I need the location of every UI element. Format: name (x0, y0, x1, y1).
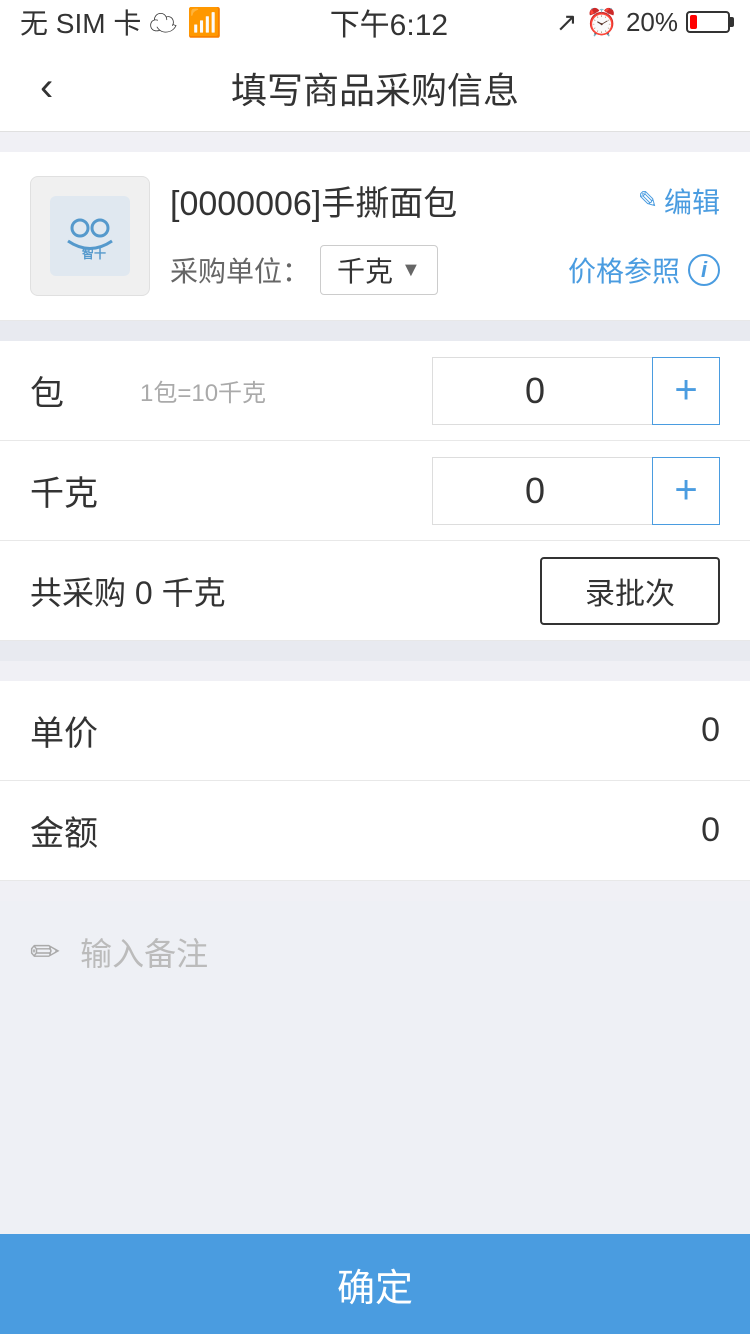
battery-icon (686, 11, 730, 33)
unit-price-label: 单价 (30, 706, 98, 755)
location-icon: ↗ (556, 7, 578, 38)
unit-row: 采购单位： 千克 ▼ 价格参照 i (170, 245, 720, 295)
status-right: ↗ ⏰ 20% (556, 7, 730, 38)
amount-label: 金额 (30, 806, 98, 855)
total-row: 共采购 0 千克 录批次 (0, 541, 750, 641)
section-divider-2 (0, 641, 750, 661)
alarm-icon: ⏰ (586, 7, 618, 38)
product-image: 智十 (30, 176, 150, 296)
status-left: 无 SIM 卡 ☁ 📶 (20, 2, 222, 42)
product-name: [0000006]手撕面包 (170, 176, 457, 225)
status-bar: 无 SIM 卡 ☁ 📶 下午6:12 ↗ ⏰ 20% (0, 0, 750, 44)
edit-icon: ✎ (638, 186, 658, 215)
section-divider-1 (0, 321, 750, 341)
kg-quantity-input[interactable] (432, 457, 652, 525)
price-section: 单价 0 金额 0 (0, 681, 750, 881)
unit-select[interactable]: 千克 ▼ (320, 245, 438, 295)
total-text: 共采购 0 千克 (30, 568, 226, 614)
logo-svg: 智十 (60, 206, 120, 266)
total-amount: 0 (135, 575, 153, 611)
edit-button[interactable]: ✎ 编辑 (638, 181, 720, 221)
nav-bar: ‹ 填写商品采购信息 (0, 44, 750, 132)
bag-input-group: + (432, 357, 720, 425)
confirm-button[interactable]: 确定 (0, 1234, 750, 1334)
kg-plus-button[interactable]: + (652, 457, 720, 525)
amount-row: 金额 0 (0, 781, 750, 881)
sim-status: 无 SIM 卡 ☁ (20, 2, 177, 42)
edit-label: 编辑 (664, 181, 720, 221)
bag-input-row: 包 1包=10千克 + (0, 341, 750, 441)
bag-label: 包 (30, 366, 130, 415)
product-logo: 智十 (50, 196, 130, 276)
product-info: [0000006]手撕面包 ✎ 编辑 采购单位： 千克 ▼ 价格参照 i (170, 176, 720, 295)
unit-label: 采购单位： (170, 250, 310, 290)
input-section: 包 1包=10千克 + 千克 + (0, 341, 750, 541)
price-ref-icon: i (688, 254, 720, 286)
battery-percent: 20% (626, 7, 678, 38)
bag-sublabel: 1包=10千克 (140, 373, 432, 408)
page-title: 填写商品采购信息 (231, 62, 519, 114)
amount-value: 0 (701, 811, 720, 850)
notes-section[interactable]: ✏ 输入备注 (0, 901, 750, 1003)
bag-quantity-input[interactable] (432, 357, 652, 425)
kg-input-row: 千克 + (0, 441, 750, 541)
unit-price-row: 单价 0 (0, 681, 750, 781)
unit-value: 千克 (337, 250, 393, 290)
record-batch-button[interactable]: 录批次 (540, 557, 720, 625)
wifi-icon: 📶 (187, 6, 222, 39)
product-name-row: [0000006]手撕面包 ✎ 编辑 (170, 176, 720, 225)
unit-price-value: 0 (701, 711, 720, 750)
price-reference-button[interactable]: 价格参照 i (568, 250, 720, 290)
price-ref-label: 价格参照 (568, 250, 680, 290)
unit-selector-group: 采购单位： 千克 ▼ (170, 245, 438, 295)
notes-placeholder: 输入备注 (80, 929, 208, 975)
svg-text:智十: 智十 (81, 246, 106, 261)
back-button[interactable]: ‹ (30, 55, 63, 120)
product-card: 智十 [0000006]手撕面包 ✎ 编辑 采购单位： 千克 ▼ 价格参照 (0, 152, 750, 321)
bag-plus-button[interactable]: + (652, 357, 720, 425)
kg-label: 千克 (30, 466, 130, 515)
pencil-icon: ✏ (30, 931, 60, 973)
kg-input-group: + (432, 457, 720, 525)
unit-dropdown-arrow: ▼ (401, 259, 421, 282)
status-time: 下午6:12 (330, 0, 448, 44)
